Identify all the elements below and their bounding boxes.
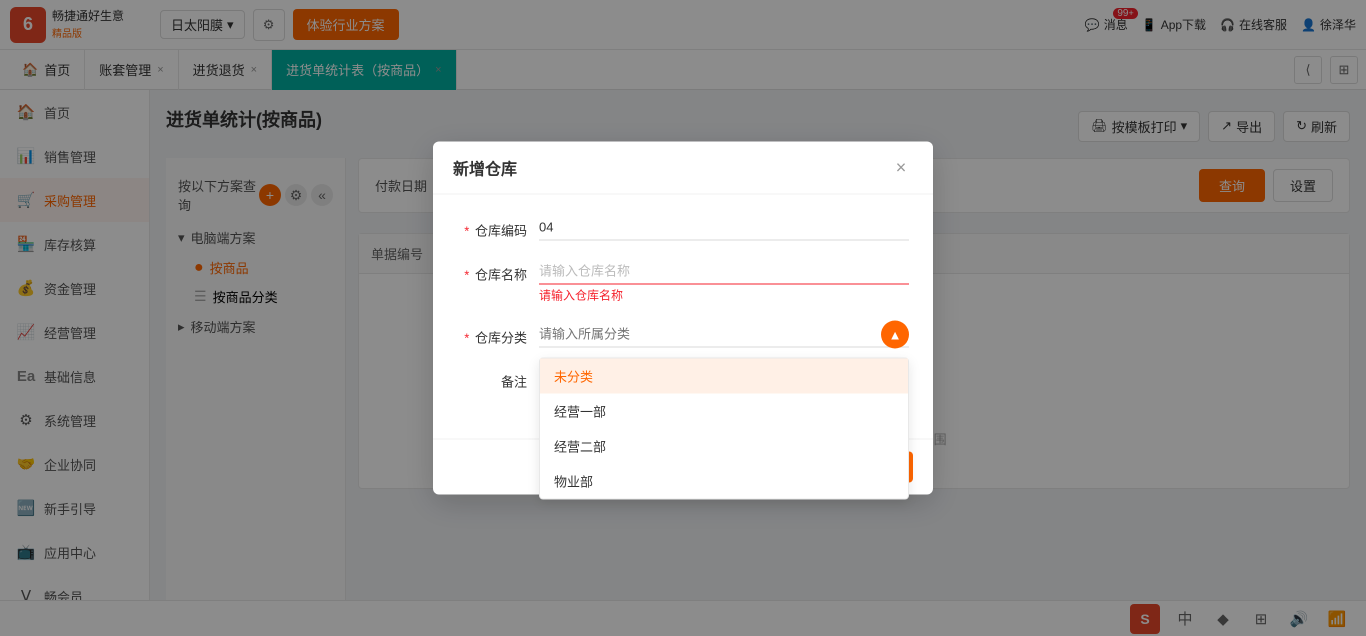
warehouse-name-row: * 仓库名称 请输入仓库名称: [457, 259, 909, 304]
modal-close-button[interactable]: ×: [889, 156, 913, 180]
warehouse-category-label: * 仓库分类: [457, 322, 527, 347]
warehouse-code-label: * 仓库编码: [457, 215, 527, 240]
dropdown-item-uncategorized[interactable]: 未分类: [540, 359, 908, 394]
notes-label: 备注: [457, 366, 527, 391]
modal-header: 新增仓库 ×: [433, 142, 933, 195]
warehouse-code-input[interactable]: [539, 215, 909, 241]
warehouse-code-control: [539, 215, 909, 241]
warehouse-name-label: * 仓库名称: [457, 259, 527, 284]
warehouse-category-row: * 仓库分类 ▲ 未分类 经营一部 经营二部 物业部: [457, 322, 909, 348]
warehouse-name-control: 请输入仓库名称: [539, 259, 909, 304]
dropdown-item-dept1[interactable]: 经营一部: [540, 394, 908, 429]
select-arrow-icon[interactable]: ▲: [881, 321, 909, 349]
category-dropdown: 未分类 经营一部 经营二部 物业部: [539, 358, 909, 500]
warehouse-category-input[interactable]: [539, 322, 909, 348]
add-warehouse-modal: 新增仓库 × * 仓库编码 * 仓库名称 请输入仓库名称: [433, 142, 933, 495]
warehouse-category-select-wrapper: ▲: [539, 322, 909, 348]
modal-body: * 仓库编码 * 仓库名称 请输入仓库名称 * 仓库分类: [433, 195, 933, 439]
warehouse-name-error: 请输入仓库名称: [539, 287, 909, 304]
warehouse-name-input[interactable]: [539, 259, 909, 285]
dropdown-item-dept2[interactable]: 经营二部: [540, 429, 908, 464]
warehouse-code-row: * 仓库编码: [457, 215, 909, 241]
modal-title: 新增仓库: [453, 156, 517, 180]
warehouse-category-control: ▲ 未分类 经营一部 经营二部 物业部: [539, 322, 909, 348]
dropdown-item-property[interactable]: 物业部: [540, 464, 908, 499]
